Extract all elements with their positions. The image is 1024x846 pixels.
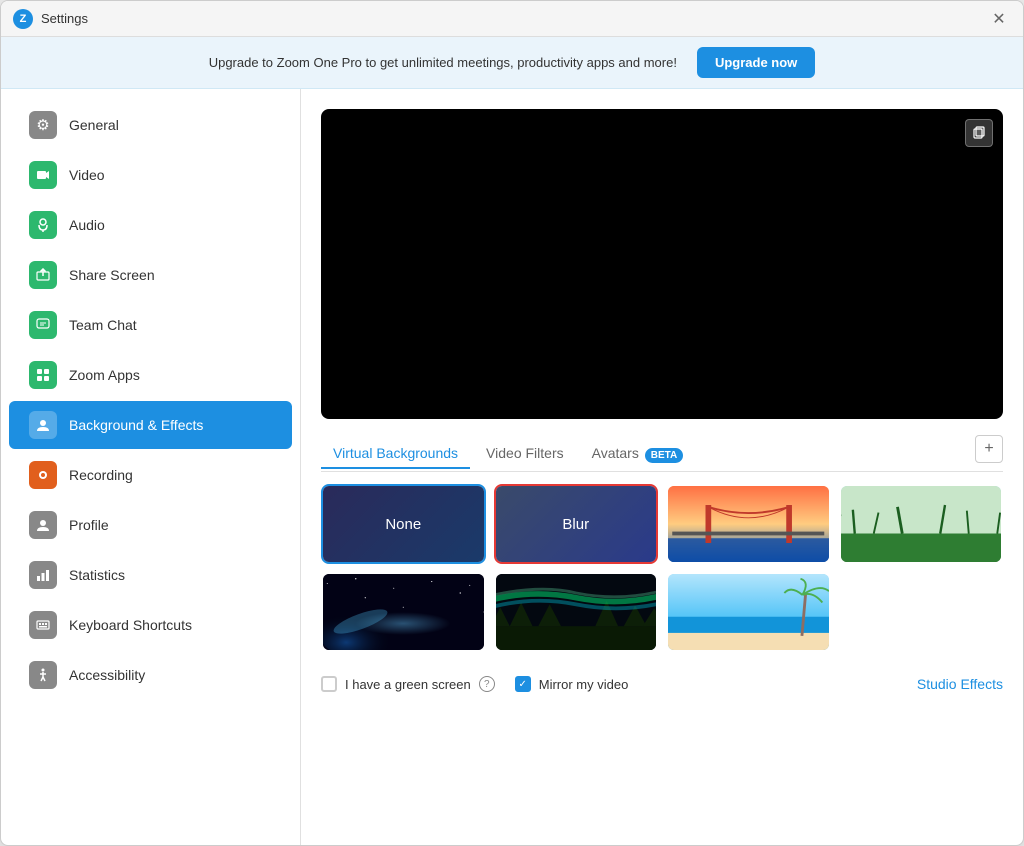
general-icon: ⚙	[29, 111, 57, 139]
upgrade-now-button[interactable]: Upgrade now	[697, 47, 815, 78]
sidebar-item-share-screen[interactable]: Share Screen	[9, 251, 292, 299]
recording-icon	[29, 461, 57, 489]
sidebar-label-team-chat: Team Chat	[69, 317, 137, 333]
background-grass[interactable]	[839, 484, 1004, 564]
sidebar-label-profile: Profile	[69, 517, 109, 533]
sidebar-label-keyboard-shortcuts: Keyboard Shortcuts	[69, 617, 192, 633]
tab-virtual-backgrounds[interactable]: Virtual Backgrounds	[321, 439, 470, 469]
sidebar: ⚙ General Video Audio Share Screen	[1, 89, 301, 845]
green-screen-label: I have a green screen	[345, 677, 471, 692]
background-blur[interactable]: Blur	[494, 484, 659, 564]
upgrade-banner-text: Upgrade to Zoom One Pro to get unlimited…	[209, 55, 677, 70]
sidebar-label-background-effects: Background & Effects	[69, 417, 203, 433]
team-chat-icon	[29, 311, 57, 339]
background-effects-icon	[29, 411, 57, 439]
studio-effects-link[interactable]: Studio Effects	[917, 676, 1003, 692]
tabs-header: Virtual Backgrounds Video Filters Avatar…	[321, 435, 1003, 472]
video-copy-button[interactable]	[965, 119, 993, 147]
upgrade-banner: Upgrade to Zoom One Pro to get unlimited…	[1, 37, 1023, 89]
sidebar-item-team-chat[interactable]: Team Chat	[9, 301, 292, 349]
sidebar-label-accessibility: Accessibility	[69, 667, 145, 683]
sidebar-label-share-screen: Share Screen	[69, 267, 155, 283]
share-screen-icon	[29, 261, 57, 289]
background-none[interactable]: None	[321, 484, 486, 564]
sidebar-item-accessibility[interactable]: Accessibility	[9, 651, 292, 699]
background-aurora-preview	[496, 574, 657, 650]
tabs-area: Virtual Backgrounds Video Filters Avatar…	[321, 435, 1003, 652]
background-blur-preview: Blur	[496, 486, 657, 562]
profile-icon	[29, 511, 57, 539]
background-beach[interactable]	[666, 572, 831, 652]
green-screen-help-icon[interactable]: ?	[479, 676, 495, 692]
mirror-video-group: ✓ Mirror my video	[515, 676, 629, 692]
sidebar-item-recording[interactable]: Recording	[9, 451, 292, 499]
zoom-logo: Z	[13, 9, 33, 29]
background-space-preview	[323, 574, 484, 650]
background-aurora[interactable]	[494, 572, 659, 652]
sidebar-item-video[interactable]: Video	[9, 151, 292, 199]
video-icon	[29, 161, 57, 189]
tab-avatars[interactable]: Avatars BETA	[580, 439, 696, 469]
settings-window: Z Settings ✕ Upgrade to Zoom One Pro to …	[0, 0, 1024, 846]
sidebar-label-audio: Audio	[69, 217, 105, 233]
background-none-label: None	[385, 516, 421, 533]
background-bridge-preview	[668, 486, 829, 562]
sidebar-label-general: General	[69, 117, 119, 133]
mirror-video-checkbox[interactable]: ✓	[515, 676, 531, 692]
add-background-button[interactable]: +	[975, 435, 1003, 463]
sidebar-item-statistics[interactable]: Statistics	[9, 551, 292, 599]
background-blur-label: Blur	[562, 516, 589, 533]
sidebar-label-statistics: Statistics	[69, 567, 125, 583]
green-screen-group: I have a green screen ?	[321, 676, 495, 692]
background-space[interactable]	[321, 572, 486, 652]
accessibility-icon	[29, 661, 57, 689]
background-bridge[interactable]	[666, 484, 831, 564]
backgrounds-grid: None Blur	[321, 484, 1003, 652]
sidebar-item-background-effects[interactable]: Background & Effects	[9, 401, 292, 449]
sidebar-label-video: Video	[69, 167, 105, 183]
sidebar-item-profile[interactable]: Profile	[9, 501, 292, 549]
sidebar-item-audio[interactable]: Audio	[9, 201, 292, 249]
close-button[interactable]: ✕	[987, 7, 1011, 31]
audio-icon	[29, 211, 57, 239]
window-title: Settings	[41, 11, 88, 26]
mirror-video-label: Mirror my video	[539, 677, 629, 692]
sidebar-label-recording: Recording	[69, 467, 133, 483]
zoom-apps-icon	[29, 361, 57, 389]
sidebar-item-general[interactable]: ⚙ General	[9, 101, 292, 149]
tab-avatars-label: Avatars	[592, 445, 639, 461]
background-none-preview: None	[323, 486, 484, 562]
sidebar-label-zoom-apps: Zoom Apps	[69, 367, 140, 383]
content-area: Virtual Backgrounds Video Filters Avatar…	[301, 89, 1023, 845]
statistics-icon	[29, 561, 57, 589]
green-screen-checkbox[interactable]	[321, 676, 337, 692]
beta-badge: BETA	[645, 448, 683, 463]
footer-options: I have a green screen ? ✓ Mirror my vide…	[321, 668, 1003, 692]
keyboard-shortcuts-icon	[29, 611, 57, 639]
video-preview	[321, 109, 1003, 419]
main-content: ⚙ General Video Audio Share Screen	[1, 89, 1023, 845]
background-beach-preview	[668, 574, 829, 650]
tab-video-filters[interactable]: Video Filters	[474, 439, 576, 469]
title-bar-left: Z Settings	[13, 9, 88, 29]
background-grass-preview	[841, 486, 1002, 562]
sidebar-item-zoom-apps[interactable]: Zoom Apps	[9, 351, 292, 399]
sidebar-item-keyboard-shortcuts[interactable]: Keyboard Shortcuts	[9, 601, 292, 649]
title-bar: Z Settings ✕	[1, 1, 1023, 37]
